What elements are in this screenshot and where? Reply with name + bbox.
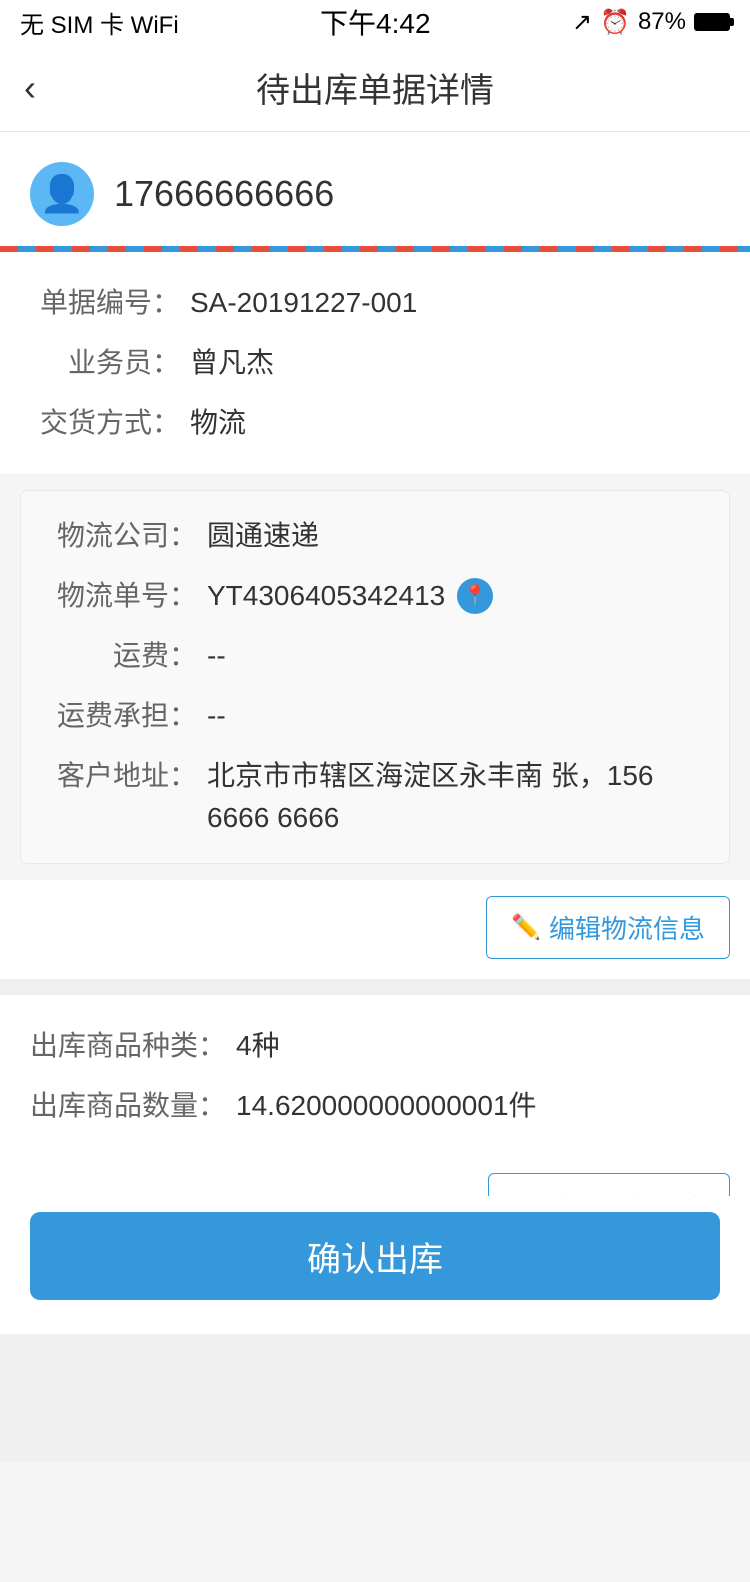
tracking-location-icon[interactable] [457, 578, 493, 614]
customer-card: 👤 17666666666 [0, 132, 750, 246]
delivery-method-row: 交货方式： 物流 [30, 402, 720, 444]
logistics-tracking-label: 物流单号： [47, 575, 197, 617]
logistics-company-value: 圆通速递 [207, 515, 703, 557]
address-label: 客户地址： [47, 755, 197, 797]
status-right: ↗ ⏰ 87% [572, 8, 730, 37]
edit-icon: ✏️ [511, 913, 541, 942]
confirm-btn-label: 确认出库 [307, 1232, 443, 1281]
battery-level: 87% [638, 8, 686, 36]
customer-row: 👤 17666666666 [30, 162, 720, 246]
edit-logistics-label: 编辑物流信息 [549, 909, 705, 946]
sim-status: 无 SIM 卡 WiFi [20, 5, 179, 40]
logistics-company-label: 物流公司： [47, 515, 197, 557]
doc-number-label: 单据编号： [30, 282, 180, 324]
nav-bar: ‹ 待出库单据详情 [0, 44, 750, 132]
tracking-number-text: YT4306405342413 [207, 575, 445, 617]
delivery-method-label: 交货方式： [30, 402, 180, 444]
freight-bearer-value: -- [207, 695, 703, 737]
status-time: 下午4:42 [320, 2, 431, 42]
logistics-tracking-value: YT4306405342413 [207, 575, 703, 617]
customer-phone: 17666666666 [114, 173, 334, 215]
person-icon: 👤 [40, 173, 85, 215]
goods-types-label: 出库商品种类： [30, 1025, 226, 1067]
salesperson-label: 业务员： [30, 342, 180, 384]
freight-label: 运费： [47, 635, 197, 677]
section-divider [0, 979, 750, 995]
logistics-company-row: 物流公司： 圆通速递 [47, 515, 703, 557]
freight-value: -- [207, 635, 703, 677]
status-left: 无 SIM 卡 WiFi [20, 5, 179, 40]
battery-icon [694, 13, 730, 31]
logistics-card: 物流公司： 圆通速递 物流单号： YT4306405342413 运费： -- … [20, 490, 730, 864]
goods-quantity-value: 14.620000000000001件 [236, 1085, 720, 1127]
back-button[interactable]: ‹ [24, 67, 36, 109]
edit-logistics-button[interactable]: ✏️ 编辑物流信息 [486, 896, 730, 959]
status-bar: 无 SIM 卡 WiFi 下午4:42 ↗ ⏰ 87% [0, 0, 750, 44]
doc-number-row: 单据编号： SA-20191227-001 [30, 282, 720, 324]
logistics-tracking-row: 物流单号： YT4306405342413 [47, 575, 703, 617]
delivery-method-value: 物流 [190, 402, 720, 444]
page-title: 待出库单据详情 [256, 63, 494, 112]
location-icon-status: ↗ [572, 8, 592, 37]
freight-bearer-row: 运费承担： -- [47, 695, 703, 737]
address-value: 北京市市辖区海淀区永丰南 张，156 6666 6666 [207, 755, 703, 839]
alarm-icon: ⏰ [600, 8, 630, 37]
edit-btn-row: ✏️ 编辑物流信息 [0, 880, 750, 979]
goods-types-value: 4种 [236, 1025, 720, 1067]
goods-quantity-row: 出库商品数量： 14.620000000000001件 [30, 1085, 720, 1127]
salesperson-row: 业务员： 曾凡杰 [30, 342, 720, 384]
confirm-btn-container: 确认出库 [0, 1196, 750, 1334]
goods-section: 出库商品种类： 4种 出库商品数量： 14.620000000000001件 [0, 995, 750, 1157]
document-info-section: 单据编号： SA-20191227-001 业务员： 曾凡杰 交货方式： 物流 [0, 252, 750, 474]
salesperson-value: 曾凡杰 [190, 342, 720, 384]
goods-types-row: 出库商品种类： 4种 [30, 1025, 720, 1067]
freight-bearer-label: 运费承担： [47, 695, 197, 737]
freight-row: 运费： -- [47, 635, 703, 677]
doc-number-value: SA-20191227-001 [190, 282, 720, 324]
avatar: 👤 [30, 162, 94, 226]
goods-quantity-label: 出库商品数量： [30, 1085, 226, 1127]
address-row: 客户地址： 北京市市辖区海淀区永丰南 张，156 6666 6666 [47, 755, 703, 839]
content-area: 👤 17666666666 单据编号： SA-20191227-001 业务员：… [0, 132, 750, 1582]
confirm-outbound-button[interactable]: 确认出库 [30, 1212, 720, 1300]
